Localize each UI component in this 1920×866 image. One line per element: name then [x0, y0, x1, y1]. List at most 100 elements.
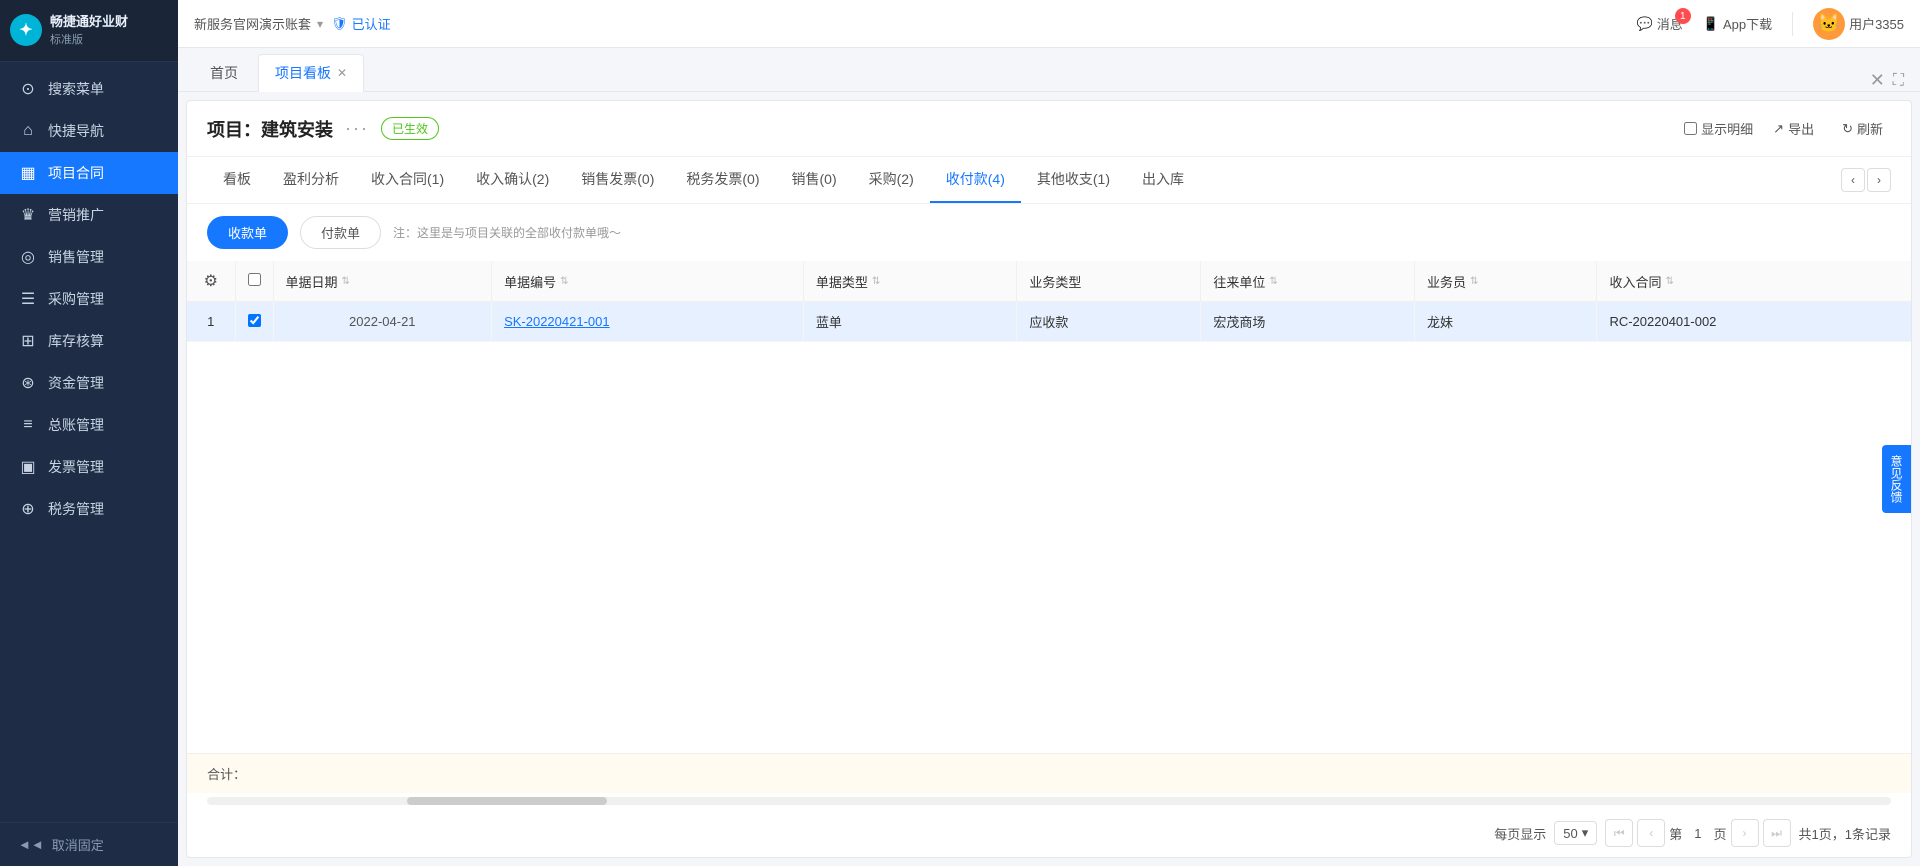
- col-salesman: 业务员 ⇅: [1414, 261, 1597, 302]
- sort-partner[interactable]: 往来单位 ⇅: [1213, 272, 1402, 291]
- user-menu[interactable]: 🐱 用户3355: [1813, 8, 1904, 40]
- row-checkbox-cell[interactable]: [235, 302, 273, 342]
- sidebar-item-quicknav[interactable]: ⌂ 快捷导航: [0, 110, 178, 152]
- receipt-filter-btn[interactable]: 收款单: [207, 216, 288, 249]
- sidebar-item-tax[interactable]: ⊕ 税务管理: [0, 488, 178, 530]
- sort-salesman[interactable]: 业务员 ⇅: [1427, 272, 1585, 291]
- sidebar-unpin[interactable]: ◄◄ 取消固定: [0, 822, 178, 866]
- scrollbar-thumb[interactable]: [407, 797, 607, 805]
- tabbar: 首页 项目看板 ✕ ✕ ⛶: [178, 48, 1920, 92]
- more-btn[interactable]: ···: [345, 118, 369, 139]
- sub-tab-inout[interactable]: 出入库: [1126, 157, 1200, 203]
- workspace-name: 新服务官网演示账套: [194, 14, 311, 33]
- project-label: 项目：: [207, 120, 261, 140]
- nav-label-project: 项目合同: [48, 163, 104, 183]
- tab-project-board[interactable]: 项目看板 ✕: [258, 54, 364, 92]
- message-btn[interactable]: 💬 消息 1: [1637, 14, 1683, 33]
- page-size-select[interactable]: 50 ▾: [1554, 821, 1597, 845]
- close-window-icon[interactable]: ✕: [1870, 70, 1885, 91]
- sub-tab-receipt[interactable]: 收付款(4): [930, 157, 1021, 203]
- show-detail-input[interactable]: [1684, 122, 1697, 135]
- export-icon: ↗: [1773, 121, 1784, 137]
- nav-label-quicknav: 快捷导航: [48, 121, 104, 141]
- nav-icon-tax: ⊕: [18, 499, 38, 519]
- tab-close-icon[interactable]: ✕: [337, 66, 347, 80]
- sub-tab-tax-invoice[interactable]: 税务发票(0): [670, 157, 775, 203]
- sort-type[interactable]: 单据类型 ⇅: [816, 272, 1005, 291]
- message-badge: 1: [1675, 8, 1691, 24]
- sidebar-item-ledger[interactable]: ≡ 总账管理: [0, 404, 178, 446]
- sort-number[interactable]: 单据编号 ⇅: [504, 272, 791, 291]
- fake-scrollbar[interactable]: [207, 797, 1891, 805]
- page-last-btn[interactable]: ⏭: [1763, 819, 1791, 847]
- main-content: 新服务官网演示账套 ▾ 🛡 已认证 💬 消息 1 📱 App下载 🐱 用户335…: [178, 0, 1920, 866]
- sort-date[interactable]: 单据日期 ⇅: [286, 272, 480, 291]
- doc-number-link[interactable]: SK-20220421-001: [504, 314, 610, 329]
- row-contract: RC-20220401-002: [1597, 302, 1911, 342]
- sub-tab-other-expense[interactable]: 其他收支(1): [1021, 157, 1126, 203]
- sidebar-item-project[interactable]: ▦ 项目合同: [0, 152, 178, 194]
- col-number: 单据编号 ⇅: [492, 261, 804, 302]
- nav-icon-marketing: ♛: [18, 205, 38, 225]
- sidebar-item-search[interactable]: ⊙ 搜索菜单: [0, 68, 178, 110]
- sub-tab-income-contract[interactable]: 收入合同(1): [355, 157, 460, 203]
- col-partner: 往来单位 ⇅: [1201, 261, 1415, 302]
- sub-tabs-next-arrow[interactable]: ›: [1867, 168, 1891, 192]
- sub-tabs-prev-arrow[interactable]: ‹: [1841, 168, 1865, 192]
- tab-home[interactable]: 首页: [194, 55, 254, 91]
- refresh-btn[interactable]: ↻ 刷新: [1834, 115, 1891, 142]
- nav-label-sales: 销售管理: [48, 247, 104, 267]
- nav-icon-ledger: ≡: [18, 416, 38, 434]
- sub-tabs: 看板 盈利分析 收入合同(1) 收入确认(2) 销售发票(0) 税务发票(0) …: [187, 157, 1911, 204]
- show-detail-checkbox[interactable]: 显示明细: [1684, 119, 1753, 138]
- shield-icon: 🛡: [331, 16, 348, 32]
- sidebar-item-fund[interactable]: ⊛ 资金管理: [0, 362, 178, 404]
- user-label: 用户3355: [1849, 14, 1904, 33]
- nav-label-marketing: 营销推广: [48, 205, 104, 225]
- col-biz-type: 业务类型: [1017, 261, 1201, 302]
- nav-label-invoice: 发票管理: [48, 457, 104, 477]
- topbar-right: 💬 消息 1 📱 App下载 🐱 用户3355: [1637, 8, 1904, 40]
- col-date: 单据日期 ⇅: [273, 261, 492, 302]
- select-all-checkbox[interactable]: [248, 273, 261, 286]
- col-checkbox[interactable]: [235, 261, 273, 302]
- sidebar-item-sales[interactable]: ◎ 销售管理: [0, 236, 178, 278]
- sidebar-item-invoice[interactable]: ▣ 发票管理: [0, 446, 178, 488]
- table-row[interactable]: 1 2022-04-21 SK-20220421-001 蓝单 应收款 宏茂商场…: [187, 302, 1911, 342]
- page-size-label: 每页显示: [1494, 824, 1546, 843]
- page-prev-btn[interactable]: ‹: [1637, 819, 1665, 847]
- refresh-label: 刷新: [1857, 119, 1883, 138]
- expand-window-icon[interactable]: ⛶: [1893, 72, 1904, 90]
- export-btn[interactable]: ↗ 导出: [1765, 115, 1822, 142]
- app-title: 畅捷通好业财: [50, 14, 128, 31]
- workspace-selector[interactable]: 新服务官网演示账套 ▾: [194, 14, 323, 33]
- sidebar-item-inventory[interactable]: ⊞ 库存核算: [0, 320, 178, 362]
- col-settings[interactable]: ⚙: [187, 261, 235, 302]
- verified-label: 已认证: [352, 14, 391, 33]
- sub-tab-sales[interactable]: 销售(0): [776, 157, 853, 203]
- settings-icon[interactable]: ⚙: [204, 273, 218, 290]
- sidebar-item-purchase[interactable]: ☰ 采购管理: [0, 278, 178, 320]
- sidebar-nav: ⊙ 搜索菜单 ⌂ 快捷导航 ▦ 项目合同 ♛ 营销推广 ◎ 销售管理 ☰ 采购管…: [0, 62, 178, 822]
- page-nav: ⏮ ‹ 第 1 页 › ⏭: [1605, 819, 1790, 847]
- sort-contract-icon: ⇅: [1665, 276, 1673, 287]
- feedback-btn[interactable]: 意见反馈: [1882, 445, 1911, 513]
- sidebar-item-marketing[interactable]: ♛ 营销推广: [0, 194, 178, 236]
- sub-tab-purchase[interactable]: 采购(2): [853, 157, 930, 203]
- nav-label-tax: 税务管理: [48, 499, 104, 519]
- sort-date-icon: ⇅: [342, 276, 350, 287]
- page-next-btn[interactable]: ›: [1731, 819, 1759, 847]
- page-word: 第: [1669, 824, 1682, 843]
- app-download-btn[interactable]: 📱 App下载: [1703, 14, 1772, 33]
- sort-contract[interactable]: 收入合同 ⇅: [1609, 272, 1899, 291]
- page-first-btn[interactable]: ⏮: [1605, 819, 1633, 847]
- payment-filter-btn[interactable]: 付款单: [300, 216, 381, 249]
- row-checkbox[interactable]: [248, 314, 261, 327]
- message-icon: 💬: [1637, 16, 1653, 32]
- sub-tab-sales-invoice[interactable]: 销售发票(0): [565, 157, 670, 203]
- sub-tab-kanban[interactable]: 看板: [207, 157, 267, 203]
- sub-tab-income-confirm[interactable]: 收入确认(2): [460, 157, 565, 203]
- sub-tab-profit[interactable]: 盈利分析: [267, 157, 355, 203]
- row-number[interactable]: SK-20220421-001: [492, 302, 804, 342]
- unpin-icon: ◄◄: [18, 837, 44, 852]
